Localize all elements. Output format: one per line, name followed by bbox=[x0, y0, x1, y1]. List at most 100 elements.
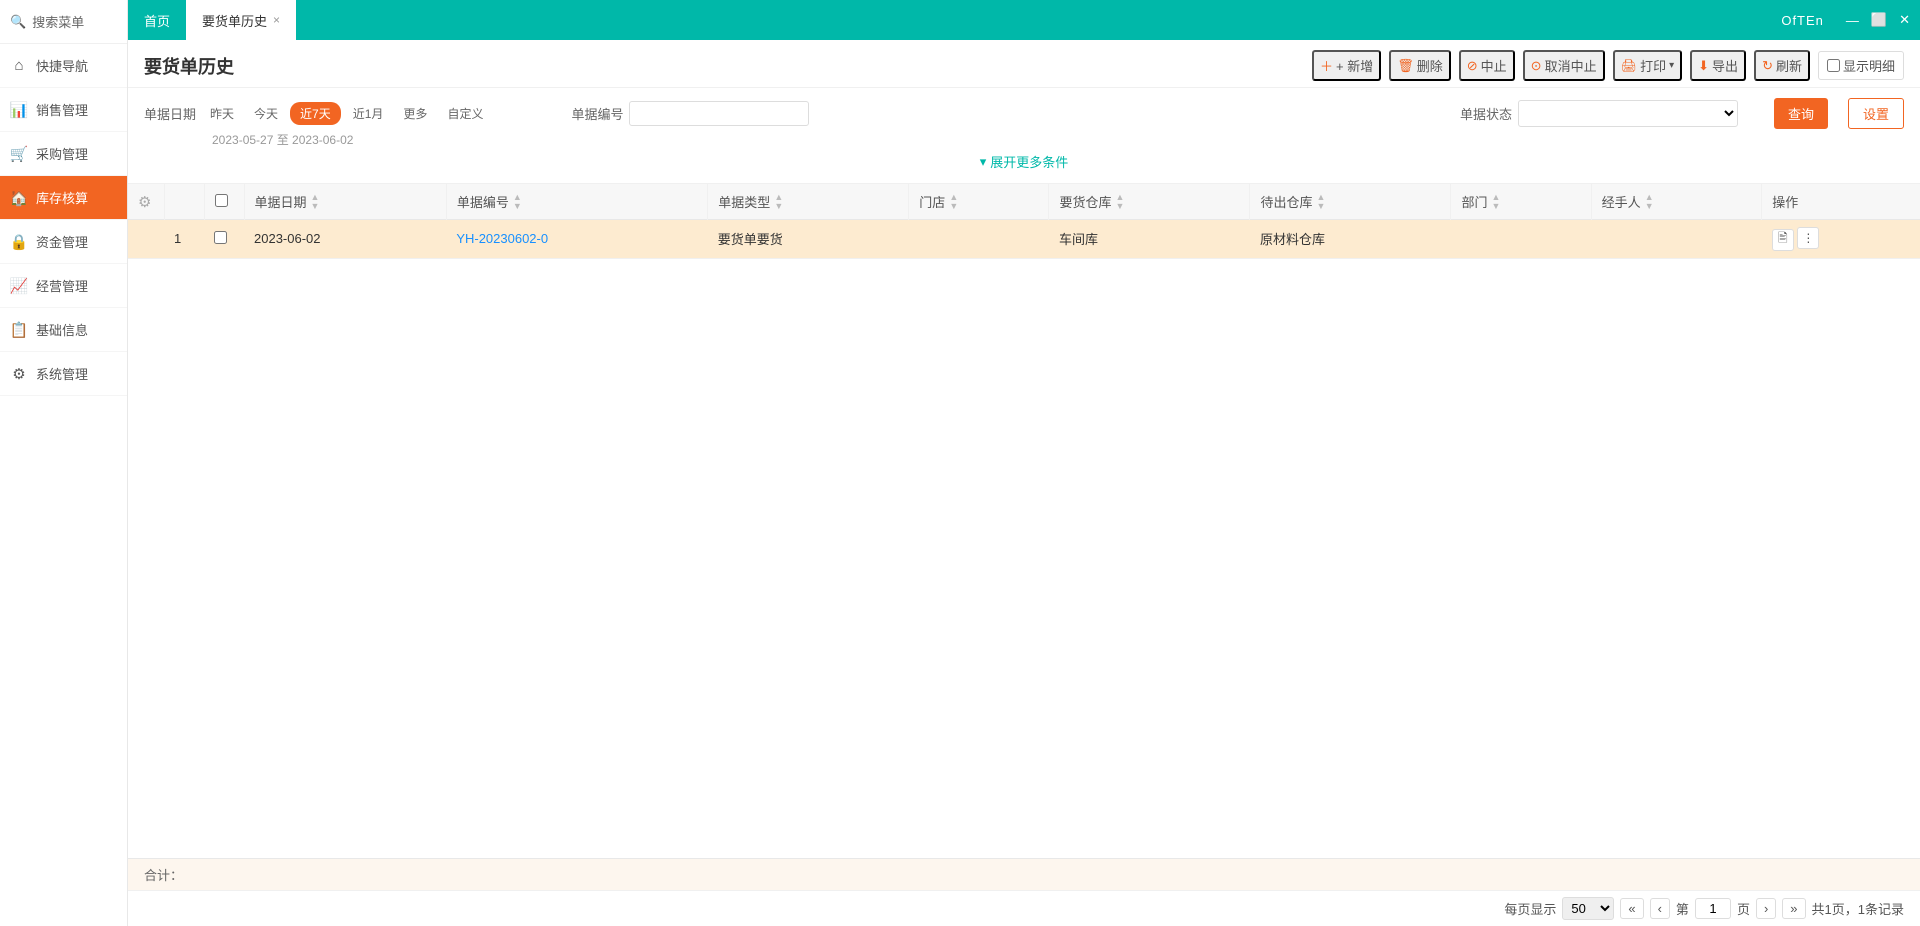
status-select[interactable] bbox=[1518, 100, 1738, 127]
row-more-btn[interactable]: ⋮ bbox=[1797, 227, 1819, 249]
sidebar-item-inventory[interactable]: 🏠库存核算 bbox=[0, 176, 127, 220]
status-label: 单据状态 bbox=[1460, 104, 1512, 123]
row-store bbox=[909, 220, 1049, 259]
sort-icon-doc_date: ▲▼ bbox=[311, 193, 320, 211]
tab-requisition-history[interactable]: 要货单历史× bbox=[186, 0, 296, 40]
display-detail-btn[interactable]: 显示明细 bbox=[1818, 51, 1904, 80]
goto-label: 第 bbox=[1676, 899, 1689, 918]
th-label-pending_warehouse: 待出仓库 bbox=[1260, 192, 1312, 211]
settings-button[interactable]: 设置 bbox=[1848, 98, 1904, 129]
sidebar-label-basic-info: 基础信息 bbox=[36, 320, 88, 339]
row-view-btn[interactable]: 🖹 bbox=[1772, 229, 1794, 251]
filter-row-1: 单据日期 昨天今天近7天近1月更多自定义 单据编号 单据状态 查询 设置 bbox=[144, 98, 1904, 129]
new-button[interactable]: ＋ + 新增 bbox=[1312, 50, 1381, 81]
row-doc-number[interactable]: YH-20230602-0 bbox=[446, 220, 707, 259]
th-pending_warehouse[interactable]: 待出仓库 ▲▼ bbox=[1250, 184, 1451, 220]
print-icon: 🖨 bbox=[1621, 58, 1638, 74]
date-btn-近7天[interactable]: 近7天 bbox=[290, 102, 341, 125]
sidebar-item-quick-nav[interactable]: ⌂快捷导航 bbox=[0, 44, 127, 88]
tab-home[interactable]: 首页 bbox=[128, 0, 186, 40]
sort-icon-store: ▲▼ bbox=[949, 193, 958, 211]
th-doc_type[interactable]: 单据类型 ▲▼ bbox=[708, 184, 909, 220]
topbar: 首页要货单历史× OfTEn — ⬜ ✕ bbox=[128, 0, 1920, 40]
row-select-checkbox[interactable] bbox=[214, 231, 227, 244]
sidebar-item-finance[interactable]: 🔒资金管理 bbox=[0, 220, 127, 264]
th-doc_date[interactable]: 单据日期 ▲▼ bbox=[244, 184, 446, 220]
expand-more-btn[interactable]: ▾ 展开更多条件 bbox=[144, 148, 1904, 175]
row-doc-date: 2023-06-02 bbox=[244, 220, 446, 259]
delete-button[interactable]: 🗑 删除 bbox=[1389, 50, 1451, 81]
search-icon: 🔍 bbox=[10, 14, 26, 30]
brand-label: OfTEn bbox=[1771, 13, 1834, 28]
footer-label: 合计： bbox=[144, 868, 183, 883]
finance-icon: 🔒 bbox=[10, 233, 28, 251]
status-filter: 单据状态 bbox=[1460, 100, 1738, 127]
th-label-handler: 经手人 bbox=[1602, 192, 1641, 211]
sidebar: 🔍 搜索菜单 ⌂快捷导航 📊 销售管理 🛒采购管理🏠库存核算🔒资金管理📈经营管理📋基础… bbox=[0, 0, 128, 926]
sidebar-item-basic-info[interactable]: 📋基础信息 bbox=[0, 308, 127, 352]
doc-number-input[interactable] bbox=[629, 101, 809, 126]
row-req-warehouse: 车间库 bbox=[1049, 220, 1250, 259]
display-detail-label: 显示明细 bbox=[1843, 56, 1895, 75]
close-btn[interactable]: ✕ bbox=[1899, 12, 1910, 28]
sales-icon: 📊 bbox=[10, 101, 28, 119]
date-btn-近1月[interactable]: 近1月 bbox=[345, 102, 392, 125]
cancel-suspend-button[interactable]: ⊙ 取消中止 bbox=[1523, 50, 1605, 81]
doc-number-link[interactable]: YH-20230602-0 bbox=[456, 231, 548, 246]
date-btn-更多[interactable]: 更多 bbox=[395, 102, 435, 125]
row-settings bbox=[128, 220, 164, 259]
first-page-btn[interactable]: « bbox=[1620, 898, 1643, 919]
filter-area: 单据日期 昨天今天近7天近1月更多自定义 单据编号 单据状态 查询 设置 bbox=[128, 88, 1920, 184]
sidebar-item-operation[interactable]: 📈经营管理 bbox=[0, 264, 127, 308]
th-department[interactable]: 部门 ▲▼ bbox=[1451, 184, 1591, 220]
page-size-select[interactable]: 102050100 bbox=[1562, 897, 1614, 920]
system-icon: ⚙ bbox=[10, 365, 28, 383]
page-label: 页 bbox=[1737, 899, 1750, 918]
purchase-icon: 🛒 bbox=[10, 145, 28, 163]
th-req_warehouse[interactable]: 要货仓库 ▲▼ bbox=[1049, 184, 1250, 220]
export-icon: ⬇ bbox=[1698, 58, 1709, 74]
th-checkbox bbox=[204, 184, 244, 220]
sidebar-item-sales[interactable]: 📊 销售管理 bbox=[0, 88, 127, 132]
row-action[interactable]: 🖹 ⋮ bbox=[1762, 220, 1920, 259]
print-button[interactable]: 🖨 打印 ▾ bbox=[1613, 50, 1683, 81]
th-label-doc_date: 单据日期 bbox=[255, 192, 307, 211]
page-header: 要货单历史 ＋ + 新增 🗑 删除 ⊘ 中止 ⊙ 取消中止 bbox=[128, 40, 1920, 88]
sidebar-item-system[interactable]: ⚙ 系统管理 bbox=[0, 352, 127, 396]
doc-number-label: 单据编号 bbox=[571, 104, 623, 123]
date-btn-昨天[interactable]: 昨天 bbox=[202, 102, 242, 125]
minimize-btn[interactable]: — bbox=[1846, 13, 1859, 28]
sidebar-item-purchase[interactable]: 🛒采购管理 bbox=[0, 132, 127, 176]
th-label-req_warehouse: 要货仓库 bbox=[1059, 192, 1111, 211]
date-btn-自定义[interactable]: 自定义 bbox=[439, 102, 491, 125]
sidebar-label-sales: 销售管理 bbox=[36, 100, 88, 119]
maximize-btn[interactable]: ⬜ bbox=[1871, 12, 1887, 28]
refresh-button[interactable]: ↻ 刷新 bbox=[1754, 50, 1810, 81]
th-handler[interactable]: 经手人 ▲▼ bbox=[1591, 184, 1762, 220]
sidebar-label-quick-nav: 快捷导航 bbox=[36, 56, 88, 75]
date-btn-今天[interactable]: 今天 bbox=[246, 102, 286, 125]
sidebar-search[interactable]: 🔍 搜索菜单 bbox=[0, 0, 127, 44]
prev-page-btn[interactable]: ‹ bbox=[1650, 898, 1670, 919]
row-checkbox[interactable] bbox=[204, 220, 244, 259]
th-index bbox=[164, 184, 204, 220]
th-store[interactable]: 门店 ▲▼ bbox=[909, 184, 1049, 220]
tab-close-requisition-history[interactable]: × bbox=[273, 13, 280, 27]
sidebar-label-inventory: 库存核算 bbox=[36, 188, 88, 207]
table-settings-icon[interactable]: ⚙ bbox=[138, 194, 151, 211]
th-doc_number[interactable]: 单据编号 ▲▼ bbox=[446, 184, 707, 220]
page-input[interactable] bbox=[1695, 898, 1731, 919]
display-detail-checkbox[interactable] bbox=[1827, 59, 1840, 72]
suspend-button[interactable]: ⊘ 中止 bbox=[1459, 50, 1515, 81]
suspend-icon: ⊘ bbox=[1467, 58, 1478, 74]
row-doc-type: 要货单要货 bbox=[708, 220, 909, 259]
sidebar-label-system: 系统管理 bbox=[36, 364, 88, 383]
date-range: 2023-05-27 至 2023-06-02 bbox=[212, 133, 353, 147]
select-all-checkbox[interactable] bbox=[215, 194, 228, 207]
data-table: ⚙ 单据日期 ▲▼ 单据编号 ▲▼ 单据类型 ▲▼ 门店 ▲▼ 要货仓库 ▲▼ … bbox=[128, 184, 1920, 259]
next-page-btn[interactable]: › bbox=[1756, 898, 1776, 919]
query-button[interactable]: 查询 bbox=[1774, 98, 1828, 129]
export-button[interactable]: ⬇ 导出 bbox=[1690, 50, 1746, 81]
last-page-btn[interactable]: » bbox=[1782, 898, 1805, 919]
date-buttons: 昨天今天近7天近1月更多自定义 bbox=[202, 102, 491, 125]
